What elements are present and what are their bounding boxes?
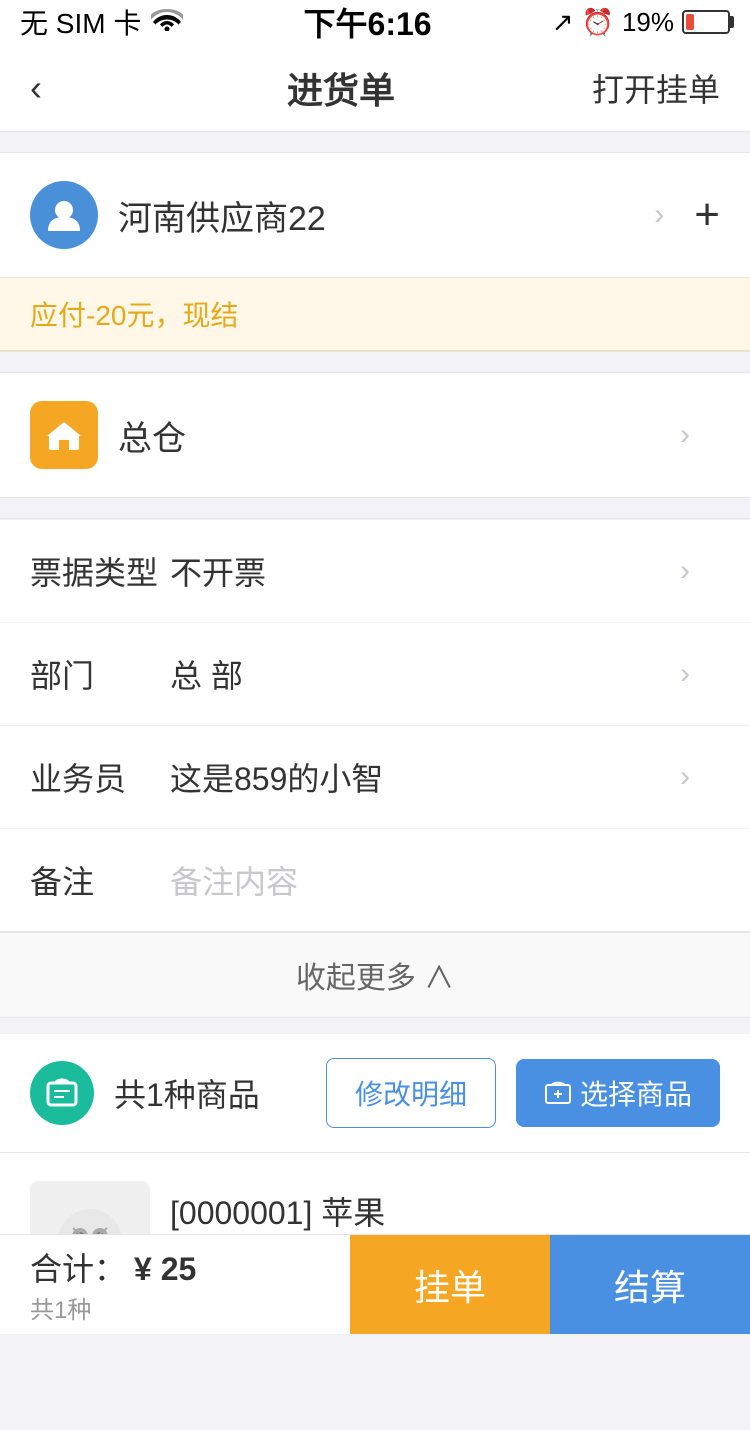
total-amount: ¥ 25 (134, 1251, 196, 1288)
supplier-chevron-icon: › (654, 198, 664, 232)
carrier-label: 无 SIM 卡 (20, 2, 141, 42)
remark-row[interactable]: 备注 备注内容 (0, 828, 750, 931)
select-product-label: 选择商品 (580, 1073, 692, 1113)
sales-rep-value: 这是859的小智 (170, 754, 680, 800)
ticket-type-chevron-icon: › (680, 554, 690, 588)
sales-rep-chevron-icon: › (680, 760, 690, 794)
collapse-row[interactable]: 收起更多 ∧ (0, 932, 750, 1018)
bottom-bar: 合计： ¥ 25 共1种 挂单 结算 (0, 1234, 750, 1334)
warehouse-card: 总仓 › (0, 372, 750, 498)
alarm-icon: ⏰ (582, 7, 614, 38)
sales-rep-label: 业务员 (30, 754, 170, 800)
total-row: 合计： ¥ 25 (30, 1244, 320, 1290)
wifi-icon (151, 6, 183, 38)
department-row[interactable]: 部门 总 部 › (0, 622, 750, 725)
warehouse-name: 总仓 (118, 411, 680, 460)
supplier-avatar (30, 181, 98, 249)
add-supplier-button[interactable]: + (694, 193, 720, 237)
form-card: 票据类型 不开票 › 部门 总 部 › 业务员 这是859的小智 › 备注 备注… (0, 518, 750, 932)
bottom-spacer (0, 1330, 750, 1430)
ticket-type-row[interactable]: 票据类型 不开票 › (0, 519, 750, 622)
status-right: ↗ ⏰ 19% (552, 7, 730, 38)
warehouse-row[interactable]: 总仓 › (0, 373, 750, 497)
gap3 (0, 498, 750, 518)
remark-input[interactable]: 备注内容 (170, 857, 720, 903)
back-button[interactable]: ‹ (30, 67, 90, 109)
department-value: 总 部 (170, 651, 680, 697)
ticket-type-label: 票据类型 (30, 548, 170, 594)
supplier-name: 河南供应商22 (118, 191, 654, 240)
supplier-row[interactable]: 河南供应商22 › + (0, 153, 750, 278)
remark-label: 备注 (30, 857, 170, 903)
warehouse-icon (30, 401, 98, 469)
open-hang-button[interactable]: 打开挂单 (592, 65, 720, 111)
department-label: 部门 (30, 651, 170, 697)
products-count: 共1种商品 (114, 1070, 306, 1116)
supplier-notice: 应付-20元，现结 (0, 278, 750, 351)
total-label: 合计： (30, 1244, 126, 1290)
nav-bar: ‹ 进货单 打开挂单 (0, 44, 750, 132)
page-title: 进货单 (287, 62, 395, 114)
supplier-card: 河南供应商22 › + 应付-20元，现结 (0, 152, 750, 352)
product-name: [0000001] 苹果 (170, 1188, 644, 1234)
department-chevron-icon: › (680, 657, 690, 691)
products-icon (30, 1061, 94, 1125)
total-count: 共1种 (30, 1290, 320, 1325)
battery-icon (682, 10, 730, 34)
select-product-button[interactable]: 选择商品 (516, 1059, 720, 1127)
status-bar: 无 SIM 卡 下午6:16 ↗ ⏰ 19% (0, 0, 750, 44)
status-time: 下午6:16 (304, 0, 432, 45)
hang-button[interactable]: 挂单 (350, 1235, 550, 1334)
products-header: 共1种商品 修改明细 选择商品 (0, 1034, 750, 1153)
gap1 (0, 132, 750, 152)
gap2 (0, 352, 750, 372)
total-section: 合计： ¥ 25 共1种 (0, 1235, 350, 1334)
product-id: [0000001] (170, 1195, 321, 1231)
sales-rep-row[interactable]: 业务员 这是859的小智 › (0, 725, 750, 828)
gap4 (0, 1018, 750, 1034)
ticket-type-value: 不开票 (170, 548, 680, 594)
checkout-button[interactable]: 结算 (550, 1235, 750, 1334)
battery-percent: 19% (622, 7, 674, 38)
product-title: 苹果 (321, 1195, 385, 1231)
collapse-label: 收起更多 ∧ (296, 953, 454, 997)
edit-detail-button[interactable]: 修改明细 (326, 1058, 496, 1128)
location-icon: ↗ (552, 7, 574, 38)
status-left: 无 SIM 卡 (20, 2, 183, 42)
warehouse-chevron-icon: › (680, 418, 690, 452)
